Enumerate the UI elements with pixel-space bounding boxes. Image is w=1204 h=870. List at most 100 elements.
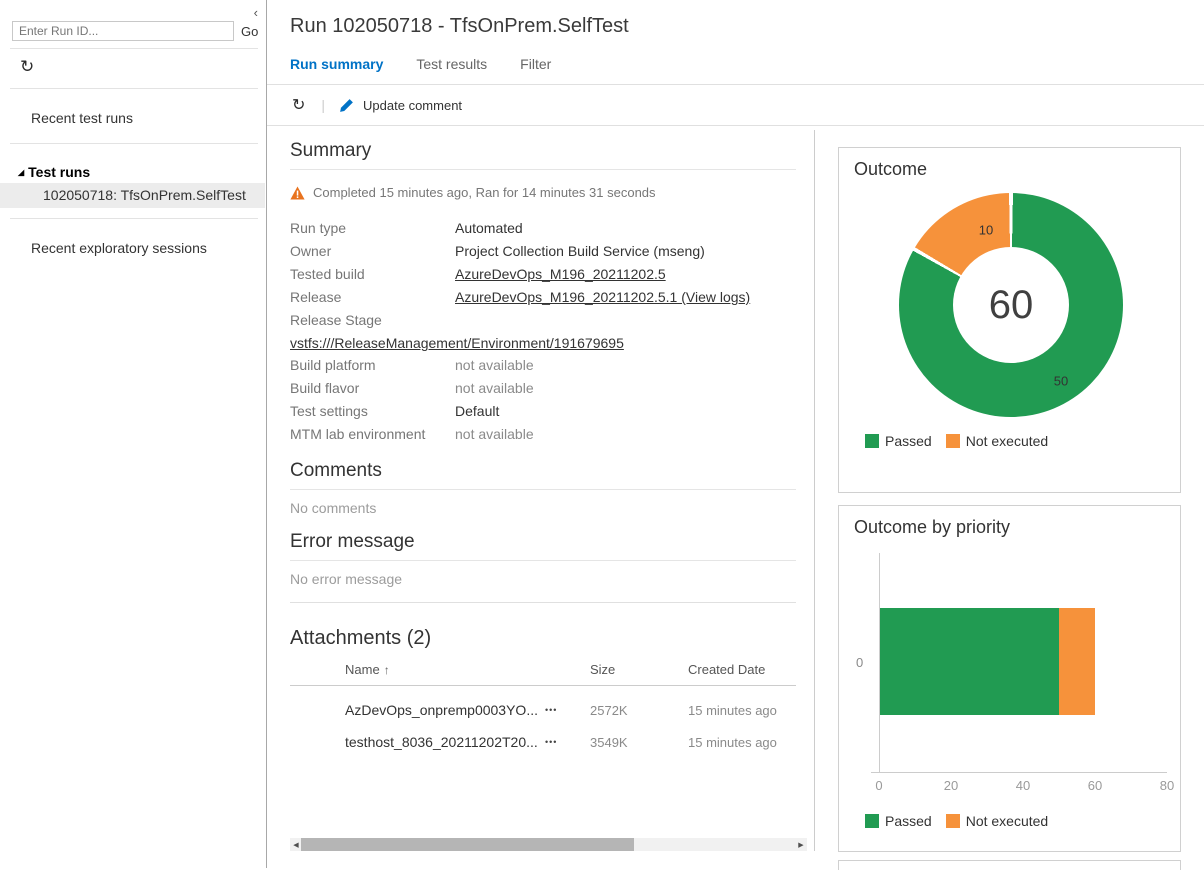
run-id-input[interactable] (12, 21, 234, 41)
attachment-row[interactable]: testhost_8036_20211202T20... ••• 3549K 1… (290, 718, 796, 750)
sidebar: ‹ Go ↻ Recent test runs ◢ Test runs 10205… (0, 0, 267, 868)
outcome-legend: Passed Not executed (865, 433, 1180, 449)
go-button[interactable]: Go (241, 24, 258, 39)
sidebar-item-recent-exploratory-sessions[interactable]: Recent exploratory sessions (31, 240, 207, 256)
attachments-header-row: Name ↑ Size Created Date (290, 662, 796, 686)
field-release-stage-label: Release Stage (290, 309, 796, 332)
field-tested-build: Tested build AzureDevOps_M196_20211202.5 (290, 263, 796, 286)
edit-pencil-icon[interactable] (339, 98, 354, 113)
more-options-icon[interactable]: ••• (545, 737, 590, 747)
field-owner: Owner Project Collection Build Service (… (290, 240, 796, 263)
bar-not-executed (1059, 608, 1096, 715)
field-label: Test settings (290, 403, 368, 419)
passed-swatch-icon (865, 434, 879, 448)
field-label: Tested build (290, 266, 365, 282)
comments-heading: Comments (290, 460, 796, 490)
page-title: Run 102050718 - TfsOnPrem.SelfTest (290, 15, 629, 37)
divider (267, 125, 1204, 126)
warning-icon (290, 186, 305, 199)
release-stage-link[interactable]: vstfs:///ReleaseManagement/Environment/1… (290, 335, 624, 351)
sort-ascending-icon: ↑ (383, 663, 390, 677)
field-release: Release AzureDevOps_M196_20211202.5.1 (V… (290, 286, 796, 309)
field-label: Run type (290, 220, 347, 236)
sidebar-refresh-icon[interactable]: ↻ (20, 57, 34, 77)
attachments-table: Name ↑ Size Created Date AzDevOps_onpremp… (290, 662, 796, 750)
horizontal-scrollbar[interactable]: ◀ ▶ (290, 838, 807, 851)
column-name-label: Name (345, 662, 380, 677)
attachment-name[interactable]: AzDevOps_onpremp0003YO... (345, 702, 545, 718)
divider (10, 143, 258, 144)
outcome-card: Outcome 60 10 50 Passed Not executed (838, 147, 1181, 493)
stacked-bar (880, 608, 1167, 715)
next-card-partial (838, 860, 1181, 870)
main-area: Run 102050718 - TfsOnPrem.SelfTest Run s… (267, 0, 1204, 870)
legend-item-not-executed: Not executed (945, 433, 1049, 449)
tab-filter[interactable]: Filter (520, 56, 551, 72)
x-tick: 60 (1087, 778, 1103, 793)
priority-bar-chart: 0 (856, 553, 1167, 773)
divider (10, 218, 258, 219)
column-header-size[interactable]: Size (590, 662, 688, 677)
field-label: Owner (290, 243, 332, 259)
more-options-icon[interactable]: ••• (545, 705, 590, 715)
not-executed-count-label: 10 (978, 222, 994, 238)
run-status-text: Completed 15 minutes ago, Ran for 14 min… (313, 185, 656, 200)
scrollbar-thumb[interactable] (301, 838, 634, 851)
no-comments-text: No comments (290, 500, 377, 516)
field-value: Project Collection Build Service (mseng) (455, 243, 705, 259)
legend-item-not-executed: Not executed (945, 813, 1049, 829)
legend-label: Not executed (965, 433, 1049, 449)
column-header-created[interactable]: Created Date (688, 662, 796, 677)
donut-hole: 60 (953, 247, 1069, 363)
run-summary-content: Summary Completed 15 minutes ago, Ran fo… (290, 130, 815, 851)
field-label: Release Stage (290, 312, 382, 328)
summary-fields: Run type Automated Owner Project Collect… (290, 217, 796, 446)
divider (290, 602, 796, 603)
run-status: Completed 15 minutes ago, Ran for 14 min… (290, 185, 796, 200)
field-label: Build flavor (290, 380, 360, 396)
divider (10, 88, 258, 89)
attachment-name[interactable]: testhost_8036_20211202T20... (345, 734, 545, 750)
x-axis-ticks: 0 20 40 60 80 (875, 773, 1174, 793)
x-tick: 0 (875, 778, 883, 793)
attachment-size: 3549K (590, 734, 628, 750)
refresh-icon[interactable]: ↻ (292, 95, 305, 115)
attachment-size: 2572K (590, 702, 628, 718)
outcome-donut-chart: 60 10 50 (899, 193, 1123, 417)
column-header-name[interactable]: Name ↑ (345, 662, 545, 677)
sidebar-item-selected-run[interactable]: 102050718: TfsOnPrem.SelfTest (0, 183, 265, 208)
bar-passed (880, 608, 1060, 715)
sidebar-test-runs-tree-header[interactable]: ◢ Test runs (18, 164, 90, 180)
field-build-flavor: Build flavor not available (290, 377, 796, 400)
field-label: Release (290, 289, 342, 305)
field-run-type: Run type Automated (290, 217, 796, 240)
no-error-message-text: No error message (290, 571, 403, 587)
field-value: not available (455, 357, 534, 373)
legend-item-passed: Passed (865, 433, 932, 449)
not-executed-swatch-icon (945, 814, 960, 828)
total-tests-count: 60 (988, 282, 1034, 327)
toolbar: ↻ | Update comment (267, 85, 1204, 125)
outcome-by-priority-card: Outcome by priority 0 0 20 40 60 80 Pass… (838, 505, 1181, 852)
attachments-heading: Attachments (2) (290, 627, 432, 649)
legend-label: Not executed (965, 813, 1049, 829)
tab-run-summary[interactable]: Run summary (290, 56, 383, 72)
summary-heading: Summary (290, 140, 796, 170)
tree-expander-icon[interactable]: ◢ (18, 168, 24, 177)
priority-legend: Passed Not executed (865, 813, 1180, 829)
priority-category-label: 0 (856, 655, 864, 670)
update-comment-button[interactable]: Update comment (363, 98, 462, 113)
field-test-settings: Test settings Default (290, 400, 796, 423)
tab-test-results[interactable]: Test results (416, 56, 487, 72)
scroll-right-icon[interactable]: ▶ (795, 841, 807, 849)
sidebar-collapse-icon[interactable]: ‹ (254, 5, 258, 20)
field-build-platform: Build platform not available (290, 354, 796, 377)
legend-label: Passed (885, 433, 932, 449)
legend-label: Passed (885, 813, 932, 829)
x-tick: 40 (1015, 778, 1031, 793)
tested-build-link[interactable]: AzureDevOps_M196_20211202.5 (455, 263, 666, 286)
tab-bar: Run summary Test results Filter (290, 56, 1204, 84)
release-link[interactable]: AzureDevOps_M196_20211202.5.1 (View logs… (455, 286, 750, 309)
attachment-row[interactable]: AzDevOps_onpremp0003YO... ••• 2572K 15 m… (290, 686, 796, 718)
sidebar-item-recent-test-runs[interactable]: Recent test runs (31, 110, 133, 126)
